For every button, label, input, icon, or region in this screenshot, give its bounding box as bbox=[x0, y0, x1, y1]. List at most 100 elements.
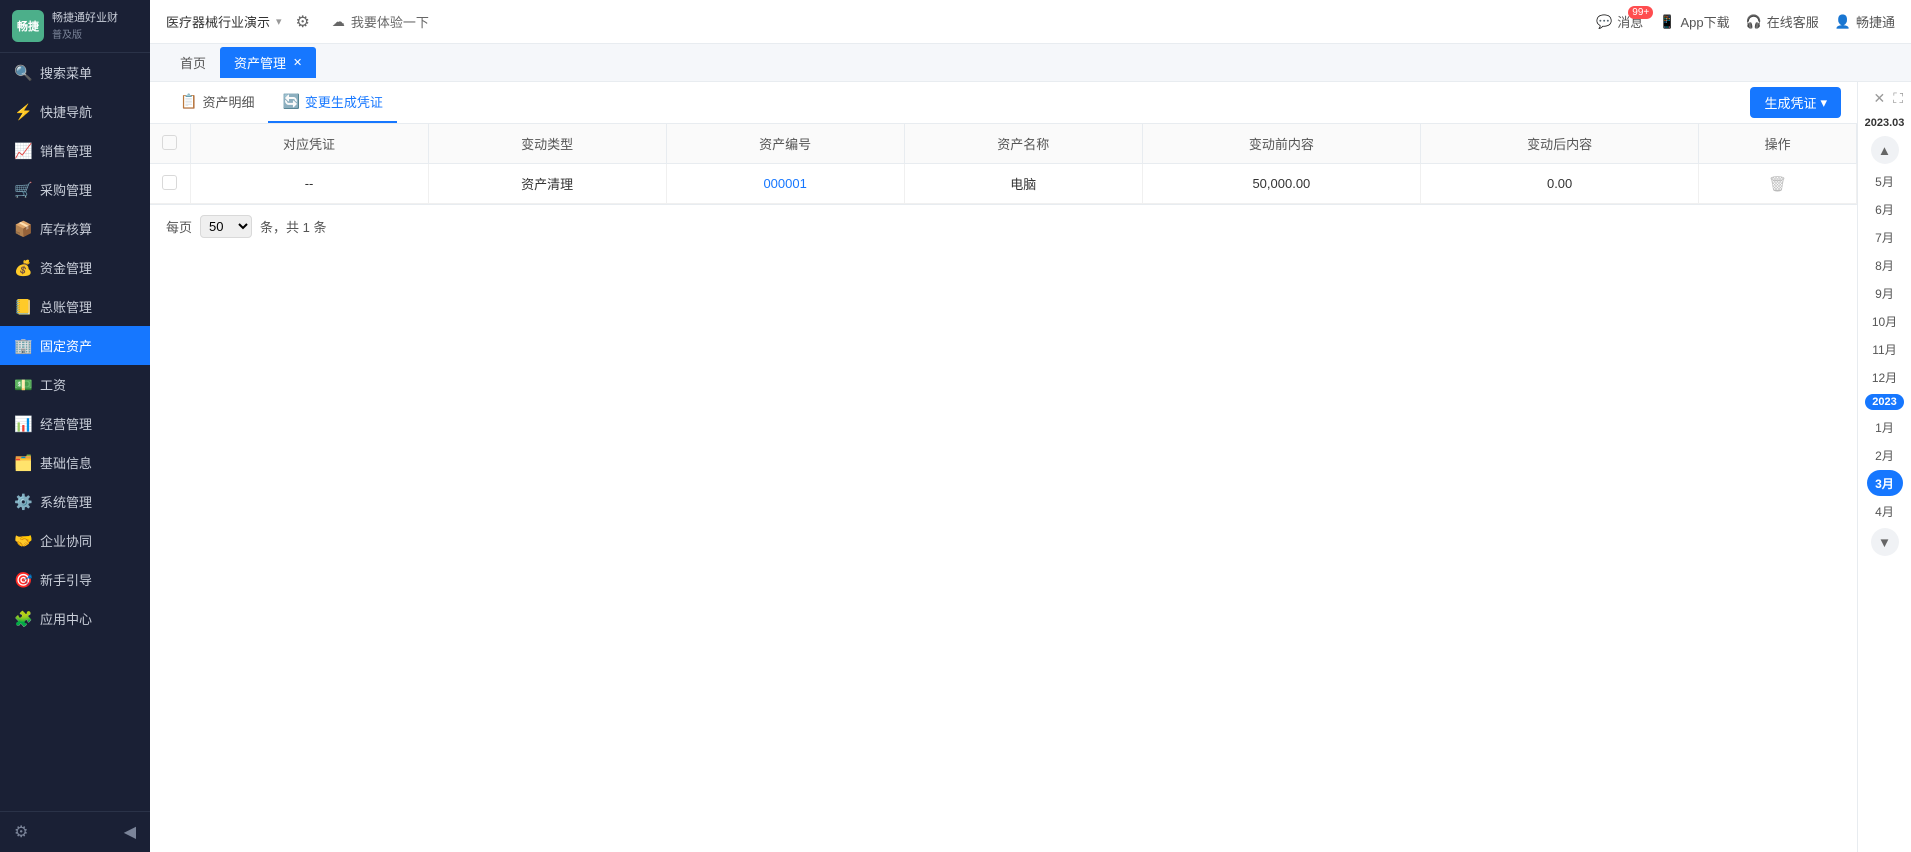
logo-icon: 畅捷 bbox=[12, 10, 44, 42]
appstore-icon: 🧩 bbox=[14, 610, 32, 628]
timeline-scroll-down-btn[interactable]: ▼ bbox=[1871, 528, 1899, 556]
tab-asset-label: 资产管理 bbox=[234, 53, 286, 72]
per-page-select[interactable]: 50 10 20 100 bbox=[200, 215, 252, 238]
row-checkbox-cell bbox=[150, 164, 190, 204]
customer-service-label: 在线客服 bbox=[1767, 12, 1819, 31]
message-badge: 99+ bbox=[1628, 6, 1653, 19]
col-operation: 操作 bbox=[1699, 124, 1857, 164]
message-icon: 💬 bbox=[1596, 14, 1612, 30]
row-operation-cell: 🗑 bbox=[1699, 164, 1857, 204]
salary-icon: 💵 bbox=[14, 376, 32, 394]
row-checkbox[interactable] bbox=[162, 175, 177, 190]
top-header: 医疗器械行业演示 ▾ ⚙ ☁ 我要体验一下 💬 消息 99+ 📱 App下载 🎧… bbox=[150, 0, 1911, 44]
col-asset-code: 资产编号 bbox=[666, 124, 904, 164]
cloud-icon: ☁ bbox=[332, 14, 345, 30]
app-download-label: App下载 bbox=[1680, 12, 1729, 31]
tab-asset-close-icon[interactable]: ✕ bbox=[293, 56, 302, 69]
timeline-month-2023-4[interactable]: 4月 bbox=[1867, 498, 1903, 524]
row-corresponding-voucher: -- bbox=[190, 164, 428, 204]
content-area: 📋 资产明细 🔄 变更生成凭证 生成凭证 ▾ bbox=[150, 82, 1911, 852]
sub-tab-asset-detail[interactable]: 📋 资产明细 bbox=[166, 82, 268, 123]
fixed-icon: 🏢 bbox=[14, 337, 32, 355]
sidebar-item-operation[interactable]: 📊 经营管理 bbox=[0, 404, 150, 443]
sidebar-nav: 🔍 搜索菜单 ⚡ 快捷导航 📈 销售管理 🛒 采购管理 📦 库存核算 💰 资金管… bbox=[0, 53, 150, 811]
logo-title: 畅捷通好业财 bbox=[52, 11, 118, 26]
headset-icon: 🎧 bbox=[1746, 14, 1762, 30]
sidebar-item-capital[interactable]: 💰 资金管理 bbox=[0, 248, 150, 287]
table-row: -- 资产清理 000001 电脑 50,000.00 0.00 🗑 bbox=[150, 164, 1857, 204]
company-dropdown-arrow: ▾ bbox=[276, 15, 282, 28]
timeline-month-2023-2[interactable]: 2月 bbox=[1867, 442, 1903, 468]
tabs-bar: 首页 资产管理 ✕ bbox=[150, 44, 1911, 82]
message-btn[interactable]: 💬 消息 99+ bbox=[1596, 12, 1643, 31]
col-before-content: 变动前内容 bbox=[1142, 124, 1420, 164]
sidebar-item-inventory[interactable]: 📦 库存核算 bbox=[0, 209, 150, 248]
row-change-type: 资产清理 bbox=[428, 164, 666, 204]
sub-tabs-bar: 📋 资产明细 🔄 变更生成凭证 生成凭证 ▾ bbox=[150, 82, 1857, 124]
sidebar-item-search[interactable]: 🔍 搜索菜单 bbox=[0, 53, 150, 92]
pagination-bar: 每页 50 10 20 100 条，共 1 条 bbox=[150, 204, 1857, 248]
timeline-month-12[interactable]: 12月 bbox=[1867, 364, 1903, 390]
cloud-trial[interactable]: ☁ 我要体验一下 bbox=[332, 12, 429, 31]
timeline-month-5[interactable]: 5月 bbox=[1867, 168, 1903, 194]
sidebar-item-salary[interactable]: 💵 工资 bbox=[0, 365, 150, 404]
sidebar-item-fixed[interactable]: 🏢 固定资产 bbox=[0, 326, 150, 365]
col-corresponding-voucher: 对应凭证 bbox=[190, 124, 428, 164]
customer-service-btn[interactable]: 🎧 在线客服 bbox=[1746, 12, 1819, 31]
cooperation-icon: 🤝 bbox=[14, 532, 32, 550]
sub-tab-change-voucher[interactable]: 🔄 变更生成凭证 bbox=[268, 82, 396, 123]
change-voucher-table: 对应凭证 变动类型 资产编号 资产名称 bbox=[150, 124, 1857, 204]
company-selector[interactable]: 医疗器械行业演示 ▾ bbox=[166, 12, 282, 31]
ledger-icon: 📒 bbox=[14, 298, 32, 316]
timeline-month-9[interactable]: 9月 bbox=[1867, 280, 1903, 306]
timeline-month-2023-1[interactable]: 1月 bbox=[1867, 414, 1903, 440]
col-asset-name: 资产名称 bbox=[904, 124, 1142, 164]
header-right-area: 💬 消息 99+ 📱 App下载 🎧 在线客服 👤 畅捷通 bbox=[1596, 12, 1895, 31]
timeline-month-8[interactable]: 8月 bbox=[1867, 252, 1903, 278]
sidebar-item-ledger[interactable]: 📒 总账管理 bbox=[0, 287, 150, 326]
timeline-scroll-up-btn[interactable]: ▲ bbox=[1871, 136, 1899, 164]
sidebar-item-purchase[interactable]: 🛒 采购管理 bbox=[0, 170, 150, 209]
timeline-month-7[interactable]: 7月 bbox=[1867, 224, 1903, 250]
main-area: 医疗器械行业演示 ▾ ⚙ ☁ 我要体验一下 💬 消息 99+ 📱 App下载 🎧… bbox=[150, 0, 1911, 852]
user-label: 畅捷通 bbox=[1856, 12, 1895, 31]
timeline-month-10[interactable]: 10月 bbox=[1867, 308, 1903, 334]
right-panel-header: ✕ ⛶ bbox=[1858, 82, 1911, 109]
row-after-content: 0.00 bbox=[1421, 164, 1699, 204]
settings-gear-icon[interactable]: ⚙ bbox=[296, 12, 310, 32]
timeline-month-11[interactable]: 11月 bbox=[1867, 336, 1903, 362]
sub-tab-change-voucher-label: 变更生成凭证 bbox=[305, 92, 383, 111]
sidebar-item-guide[interactable]: 🎯 新手引导 bbox=[0, 560, 150, 599]
col-checkbox bbox=[150, 124, 190, 164]
timeline-month-6[interactable]: 6月 bbox=[1867, 196, 1903, 222]
timeline: 2023.03 ▲ 5月 6月 7月 8月 9月 10月 11月 12月 202… bbox=[1858, 109, 1911, 852]
tab-asset[interactable]: 资产管理 ✕ bbox=[220, 47, 316, 78]
sidebar-item-quicknav[interactable]: ⚡ 快捷导航 bbox=[0, 92, 150, 131]
timeline-month-2023-3[interactable]: 3月 bbox=[1867, 470, 1903, 496]
sidebar-bottom: ⚙ ◀ bbox=[0, 811, 150, 852]
sidebar-item-system[interactable]: ⚙️ 系统管理 bbox=[0, 482, 150, 521]
sub-tab-asset-detail-label: 资产明细 bbox=[202, 92, 254, 111]
right-panel-close-btn[interactable]: ✕ bbox=[1871, 88, 1887, 109]
tab-home[interactable]: 首页 bbox=[166, 47, 220, 78]
sidebar-item-sales[interactable]: 📈 销售管理 bbox=[0, 131, 150, 170]
sidebar-item-basic[interactable]: 🗂️ 基础信息 bbox=[0, 443, 150, 482]
collapse-icon[interactable]: ◀ bbox=[124, 822, 136, 842]
cloud-text: 我要体验一下 bbox=[351, 12, 429, 31]
guide-icon: 🎯 bbox=[14, 571, 32, 589]
select-all-checkbox[interactable] bbox=[162, 135, 177, 150]
company-name: 医疗器械行业演示 bbox=[166, 12, 270, 31]
row-before-content: 50,000.00 bbox=[1142, 164, 1420, 204]
delete-row-icon[interactable]: 🗑 bbox=[1768, 176, 1787, 193]
settings-icon[interactable]: ⚙ bbox=[14, 822, 28, 842]
tab-home-label: 首页 bbox=[180, 53, 206, 72]
sidebar-item-appstore[interactable]: 🧩 应用中心 bbox=[0, 599, 150, 638]
right-panel-expand-btn[interactable]: ⛶ bbox=[1891, 88, 1905, 109]
user-area[interactable]: 👤 畅捷通 bbox=[1835, 12, 1895, 31]
generate-voucher-button[interactable]: 生成凭证 ▾ bbox=[1750, 87, 1841, 118]
app-download-btn[interactable]: 📱 App下载 bbox=[1659, 12, 1729, 31]
sidebar-item-cooperation[interactable]: 🤝 企业协同 bbox=[0, 521, 150, 560]
col-after-content: 变动后内容 bbox=[1421, 124, 1699, 164]
row-asset-name: 电脑 bbox=[904, 164, 1142, 204]
right-panel: ✕ ⛶ 2023.03 ▲ 5月 6月 7月 8月 9月 10月 11月 12月… bbox=[1857, 82, 1911, 852]
